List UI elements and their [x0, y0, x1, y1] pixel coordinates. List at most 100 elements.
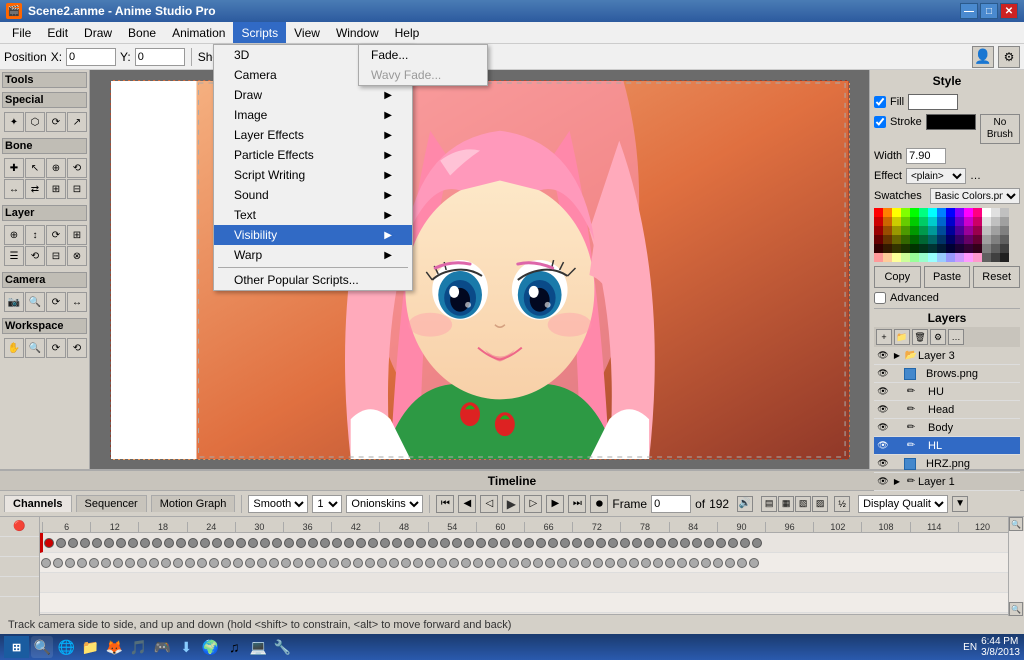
- dot-row1-17[interactable]: [245, 558, 255, 568]
- speaker-btn[interactable]: 🔊: [737, 496, 753, 512]
- swatch-3-8[interactable]: [946, 235, 955, 244]
- scripts-script-writing[interactable]: Script Writing▶: [214, 165, 412, 185]
- swatch-5-14[interactable]: [1000, 253, 1009, 262]
- tool-btn-1[interactable]: ✦: [4, 112, 24, 132]
- swatch-5-0[interactable]: [874, 253, 883, 262]
- swatch-1-12[interactable]: [982, 217, 991, 226]
- view-mode-1[interactable]: ▤: [761, 496, 777, 512]
- layer-more-btn[interactable]: …: [948, 329, 964, 345]
- dot-row1-41[interactable]: [533, 558, 543, 568]
- dot-row1-35[interactable]: [461, 558, 471, 568]
- visibility-wavy-fade[interactable]: Wavy Fade...: [359, 65, 487, 85]
- dot-row0-22[interactable]: [308, 538, 318, 548]
- swatch-0-7[interactable]: [937, 208, 946, 217]
- dot-row1-18[interactable]: [257, 558, 267, 568]
- paste-button[interactable]: Paste: [924, 266, 971, 288]
- dot-row1-29[interactable]: [389, 558, 399, 568]
- swatch-1-3[interactable]: [901, 217, 910, 226]
- x-input[interactable]: [66, 48, 116, 66]
- dot-row0-16[interactable]: [236, 538, 246, 548]
- swatch-2-6[interactable]: [928, 226, 937, 235]
- swatch-5-1[interactable]: [883, 253, 892, 262]
- effect-select[interactable]: <plain>: [906, 168, 966, 184]
- dot-row0-40[interactable]: [524, 538, 534, 548]
- dot-row1-56[interactable]: [713, 558, 723, 568]
- swatch-1-5[interactable]: [919, 217, 928, 226]
- camera-btn-2[interactable]: 🔍: [25, 292, 45, 312]
- swatch-5-8[interactable]: [946, 253, 955, 262]
- swatch-0-9[interactable]: [955, 208, 964, 217]
- dot-row0-58[interactable]: [740, 538, 750, 548]
- scripts-draw[interactable]: Draw▶: [214, 85, 412, 105]
- swatch-3-4[interactable]: [910, 235, 919, 244]
- display-quality-select[interactable]: Display Quality: [858, 495, 948, 513]
- swatch-2-5[interactable]: [919, 226, 928, 235]
- menu-draw[interactable]: Draw: [76, 22, 120, 43]
- tl-zoom-out[interactable]: 🔍: [1009, 602, 1023, 616]
- dot-row1-4[interactable]: [89, 558, 99, 568]
- dot-row0-18[interactable]: [260, 538, 270, 548]
- swatch-1-2[interactable]: [892, 217, 901, 226]
- layer-arrow-2[interactable]: [890, 385, 904, 399]
- swatch-4-12[interactable]: [982, 244, 991, 253]
- dot-row0-9[interactable]: [152, 538, 162, 548]
- scripts-image[interactable]: Image▶: [214, 105, 412, 125]
- dot-row0-11[interactable]: [176, 538, 186, 548]
- skip-end-btn[interactable]: ⏭: [568, 495, 586, 513]
- close-button[interactable]: ✕: [1000, 3, 1018, 19]
- dot-row1-34[interactable]: [449, 558, 459, 568]
- dot-row1-44[interactable]: [569, 558, 579, 568]
- dot-row1-25[interactable]: [341, 558, 351, 568]
- swatch-2-7[interactable]: [937, 226, 946, 235]
- taskbar-app3[interactable]: 🔧: [271, 636, 293, 658]
- next-frame-btn[interactable]: ▶: [546, 495, 564, 513]
- menu-scripts[interactable]: Scripts: [233, 22, 286, 43]
- minimize-button[interactable]: —: [960, 3, 978, 19]
- reset-button[interactable]: Reset: [973, 266, 1020, 288]
- swatch-1-0[interactable]: [874, 217, 883, 226]
- taskbar-chrome[interactable]: 🌍: [199, 636, 221, 658]
- swatch-5-6[interactable]: [928, 253, 937, 262]
- layer-add-btn[interactable]: +: [876, 329, 892, 345]
- menu-bone[interactable]: Bone: [120, 22, 164, 43]
- no-brush-button[interactable]: No Brush: [980, 114, 1020, 144]
- scripts-sound[interactable]: Sound▶: [214, 185, 412, 205]
- swatch-1-13[interactable]: [991, 217, 1000, 226]
- dot-row1-26[interactable]: [353, 558, 363, 568]
- visibility-fade[interactable]: Fade...: [359, 45, 487, 65]
- dot-row0-31[interactable]: [416, 538, 426, 548]
- swatch-0-11[interactable]: [973, 208, 982, 217]
- dot-row0-0[interactable]: [44, 538, 54, 548]
- dot-row0-57[interactable]: [728, 538, 738, 548]
- taskbar-ff[interactable]: 🦊: [103, 636, 125, 658]
- swatch-3-0[interactable]: [874, 235, 883, 244]
- tab-channels[interactable]: Channels: [4, 495, 72, 512]
- layer-arrow-7[interactable]: ▶: [890, 475, 904, 489]
- timeline-scrollbar[interactable]: 🔍 🔍: [1008, 517, 1024, 616]
- dot-row1-16[interactable]: [233, 558, 243, 568]
- swatch-0-12[interactable]: [982, 208, 991, 217]
- bone-btn-4[interactable]: ⟲: [67, 158, 87, 178]
- dot-row1-2[interactable]: [65, 558, 75, 568]
- y-input[interactable]: [135, 48, 185, 66]
- layer-vis-6[interactable]: 👁: [876, 457, 890, 471]
- dot-row0-14[interactable]: [212, 538, 222, 548]
- dot-row0-32[interactable]: [428, 538, 438, 548]
- scripts-warp[interactable]: Warp▶: [214, 245, 412, 265]
- layer-row-0[interactable]: 👁▶📂Layer 3: [874, 347, 1020, 365]
- tool-btn-4[interactable]: ↗: [67, 112, 87, 132]
- dot-row0-23[interactable]: [320, 538, 330, 548]
- swatch-4-7[interactable]: [937, 244, 946, 253]
- dot-row1-8[interactable]: [137, 558, 147, 568]
- width-input[interactable]: [906, 148, 946, 164]
- workspace-btn-3[interactable]: ⟳: [46, 338, 66, 358]
- dot-row0-56[interactable]: [716, 538, 726, 548]
- prev-keyframe-btn[interactable]: ◁: [480, 495, 498, 513]
- dot-row0-24[interactable]: [332, 538, 342, 548]
- swatch-4-13[interactable]: [991, 244, 1000, 253]
- scripts-text[interactable]: Text▶: [214, 205, 412, 225]
- layer-btn-6[interactable]: ⟲: [25, 246, 45, 266]
- dot-row0-34[interactable]: [452, 538, 462, 548]
- layer-arrow-5[interactable]: [890, 439, 904, 453]
- swatch-5-12[interactable]: [982, 253, 991, 262]
